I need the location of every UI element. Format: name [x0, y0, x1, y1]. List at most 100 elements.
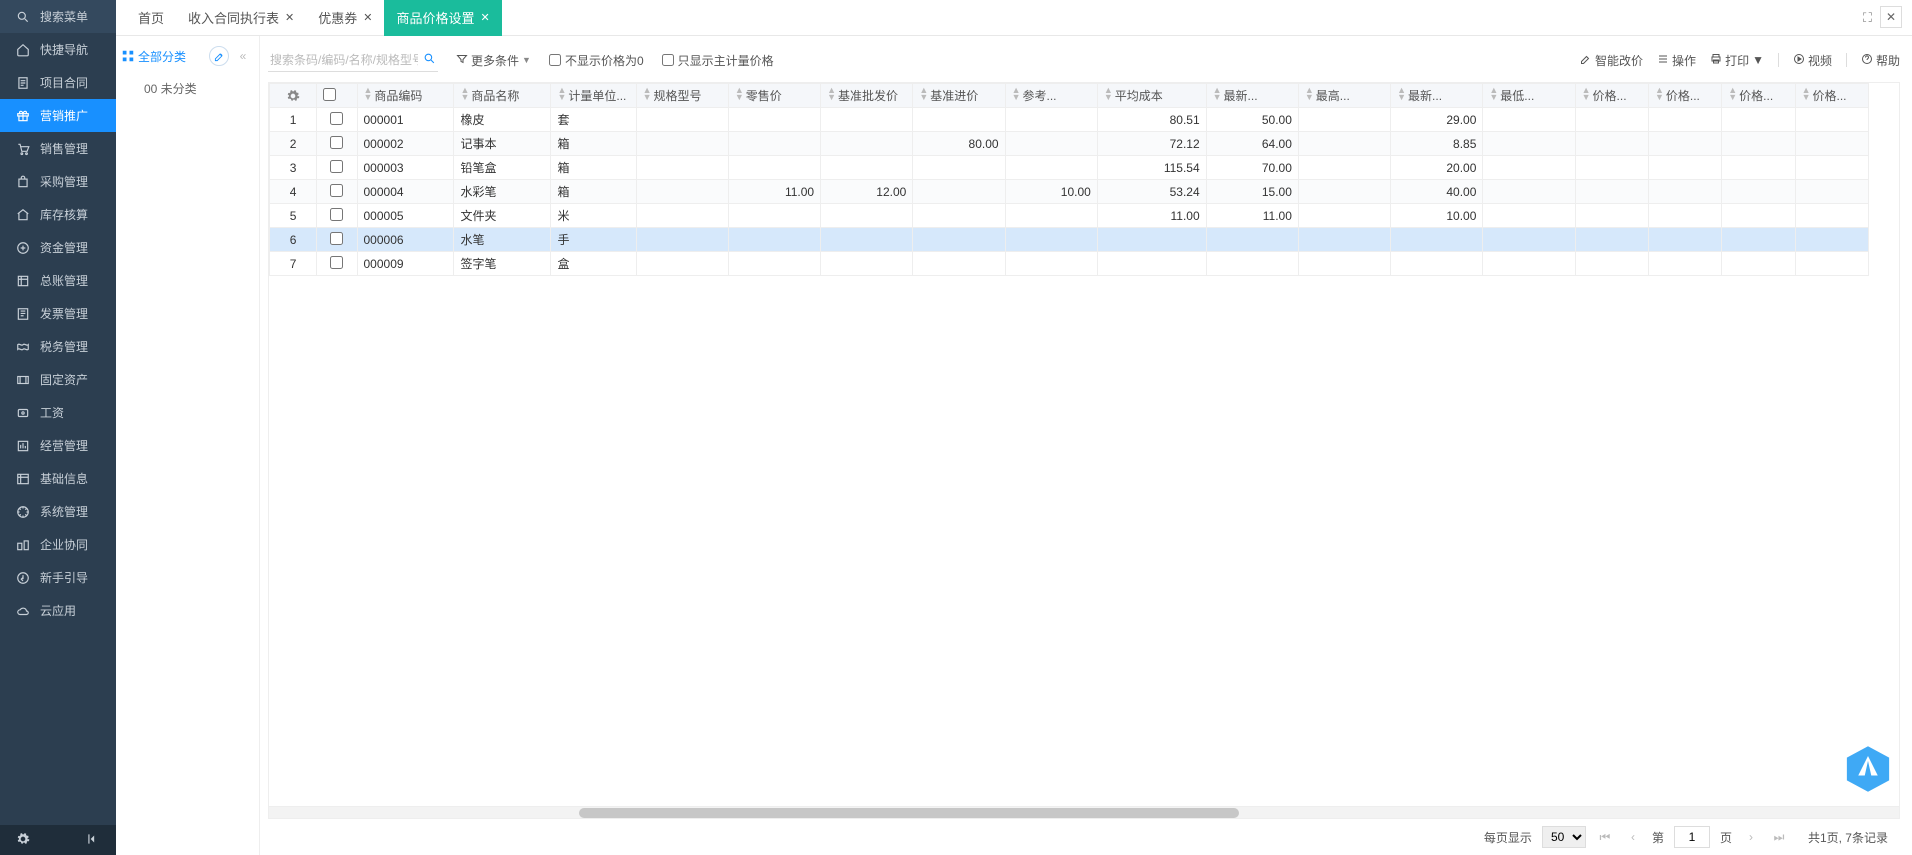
settings-icon[interactable] [16, 832, 30, 849]
cell[interactable] [1005, 132, 1097, 156]
cell[interactable] [1391, 252, 1483, 276]
smart-price-button[interactable]: 智能改价 [1580, 52, 1643, 69]
tab-2[interactable]: 优惠券✕ [306, 0, 384, 36]
cell[interactable] [1575, 156, 1648, 180]
table-row[interactable]: 3000003铅笔盒箱115.5470.0020.00 [270, 156, 1869, 180]
close-all-tabs-button[interactable]: ✕ [1880, 6, 1902, 28]
row-checkbox[interactable] [317, 252, 357, 276]
cell[interactable] [1483, 252, 1575, 276]
cell[interactable]: 29.00 [1391, 108, 1483, 132]
cell[interactable] [913, 156, 1005, 180]
cell[interactable] [1575, 204, 1648, 228]
search-input[interactable] [268, 49, 438, 72]
cell[interactable] [913, 108, 1005, 132]
page-size-select[interactable]: 50 [1542, 826, 1586, 848]
cell[interactable] [728, 228, 820, 252]
cell[interactable] [1795, 180, 1868, 204]
cell[interactable] [1795, 132, 1868, 156]
sidebar-item-4[interactable]: 销售管理 [0, 132, 116, 165]
cell[interactable] [1722, 132, 1795, 156]
sidebar-item-7[interactable]: 资金管理 [0, 231, 116, 264]
column-header[interactable]: ▲▼基准进价 [913, 84, 1005, 108]
cell[interactable]: 箱 [551, 156, 636, 180]
row-checkbox[interactable] [317, 132, 357, 156]
cell[interactable] [1795, 228, 1868, 252]
cell[interactable] [1298, 108, 1390, 132]
cell[interactable]: 水笔 [454, 228, 551, 252]
cell[interactable] [1795, 108, 1868, 132]
cell[interactable]: 10.00 [1391, 204, 1483, 228]
cell[interactable] [1483, 108, 1575, 132]
sidebar-item-15[interactable]: 系统管理 [0, 495, 116, 528]
column-header[interactable]: ▲▼平均成本 [1097, 84, 1206, 108]
cell[interactable] [728, 156, 820, 180]
cell[interactable]: 20.00 [1391, 156, 1483, 180]
current-page-input[interactable] [1674, 826, 1710, 848]
table-row[interactable]: 1000001橡皮套80.5150.0029.00 [270, 108, 1869, 132]
row-checkbox[interactable] [317, 156, 357, 180]
close-icon[interactable]: ✕ [481, 11, 490, 24]
sidebar-item-1[interactable]: 快捷导航 [0, 33, 116, 66]
cell[interactable]: 套 [551, 108, 636, 132]
cell[interactable] [636, 204, 728, 228]
sidebar-item-14[interactable]: 基础信息 [0, 462, 116, 495]
cell[interactable]: 文件夹 [454, 204, 551, 228]
cell[interactable]: 80.00 [913, 132, 1005, 156]
cell[interactable] [1483, 228, 1575, 252]
cell[interactable] [1298, 132, 1390, 156]
cell[interactable]: 80.51 [1097, 108, 1206, 132]
more-conditions-button[interactable]: 更多条件 ▼ [456, 52, 531, 69]
column-header[interactable]: ▲▼价格... [1648, 84, 1721, 108]
cell[interactable]: 000005 [357, 204, 454, 228]
collapse-panel-icon[interactable]: « [233, 46, 253, 66]
cell[interactable] [1575, 180, 1648, 204]
cell[interactable] [1005, 228, 1097, 252]
collapse-sidebar-icon[interactable] [86, 832, 100, 849]
last-page-button[interactable]: ⏭ [1770, 828, 1788, 846]
edit-category-icon[interactable] [209, 46, 229, 66]
column-header[interactable]: ▲▼最新... [1391, 84, 1483, 108]
sidebar-item-8[interactable]: 总账管理 [0, 264, 116, 297]
assistant-badge[interactable] [1842, 743, 1894, 795]
cell[interactable] [1795, 156, 1868, 180]
cell[interactable]: 手 [551, 228, 636, 252]
column-header[interactable]: ▲▼计量单位... [551, 84, 636, 108]
column-header[interactable]: ▲▼零售价 [728, 84, 820, 108]
cell[interactable]: 70.00 [1206, 156, 1298, 180]
cell[interactable] [1298, 204, 1390, 228]
cell[interactable]: 签字笔 [454, 252, 551, 276]
cell[interactable] [728, 252, 820, 276]
cell[interactable] [1795, 252, 1868, 276]
cell[interactable]: 000006 [357, 228, 454, 252]
cell[interactable] [1206, 228, 1298, 252]
prev-page-button[interactable]: ‹ [1624, 828, 1642, 846]
cell[interactable] [636, 132, 728, 156]
cell[interactable] [1648, 108, 1721, 132]
sidebar-item-2[interactable]: 项目合同 [0, 66, 116, 99]
column-header[interactable]: ▲▼最低... [1483, 84, 1575, 108]
row-checkbox[interactable] [317, 204, 357, 228]
cell[interactable] [1298, 252, 1390, 276]
cell[interactable] [821, 252, 913, 276]
close-icon[interactable]: ✕ [363, 11, 372, 24]
tab-1[interactable]: 收入合同执行表✕ [176, 0, 306, 36]
cell[interactable]: 64.00 [1206, 132, 1298, 156]
only-main-unit-checkbox[interactable]: 只显示主计量价格 [662, 52, 774, 69]
cell[interactable] [913, 180, 1005, 204]
cell[interactable] [913, 204, 1005, 228]
cell[interactable] [1795, 204, 1868, 228]
cell[interactable] [1483, 180, 1575, 204]
cell[interactable] [636, 108, 728, 132]
cell[interactable] [1483, 204, 1575, 228]
cell[interactable] [821, 228, 913, 252]
column-header[interactable]: ▲▼商品名称 [454, 84, 551, 108]
table-row[interactable]: 6000006水笔手 [270, 228, 1869, 252]
help-button[interactable]: 帮助 [1861, 52, 1900, 69]
column-header[interactable]: ▲▼价格... [1575, 84, 1648, 108]
column-header[interactable]: ▲▼最高... [1298, 84, 1390, 108]
cell[interactable]: 箱 [551, 132, 636, 156]
cell[interactable] [1483, 156, 1575, 180]
cell[interactable]: 000002 [357, 132, 454, 156]
cell[interactable] [1722, 204, 1795, 228]
cell[interactable] [913, 228, 1005, 252]
